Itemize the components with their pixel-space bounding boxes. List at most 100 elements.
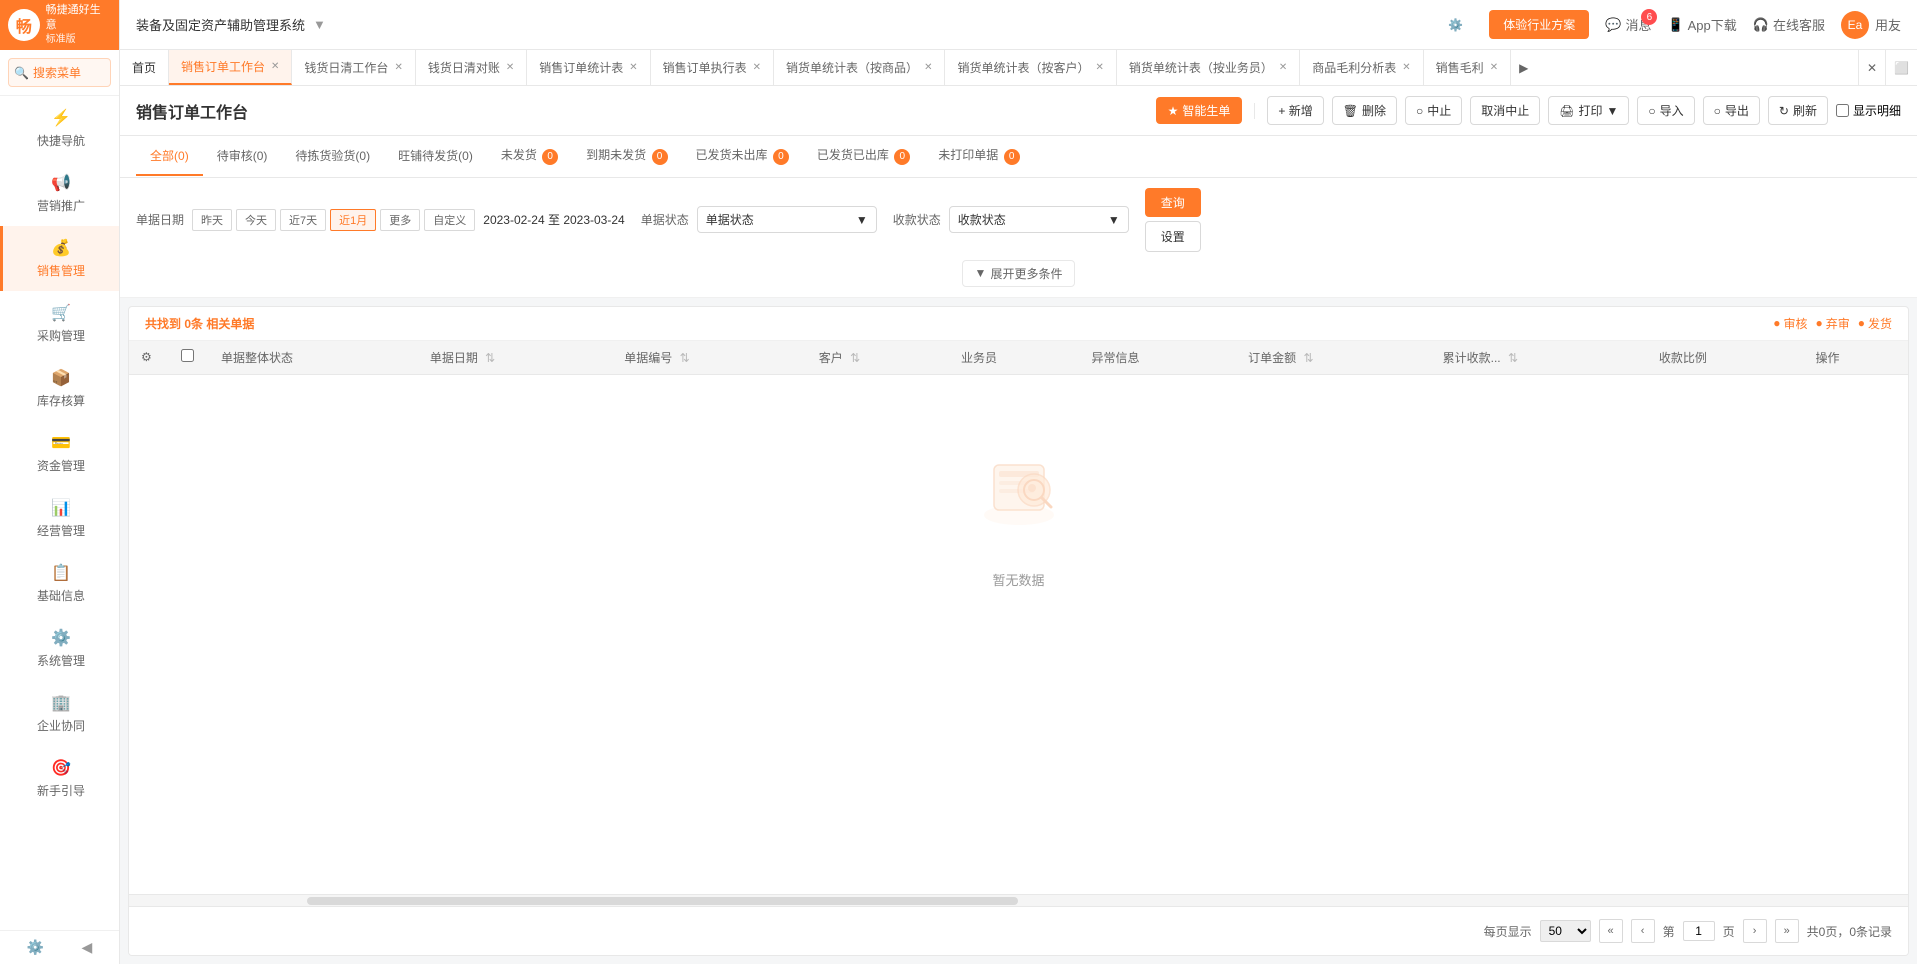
- import-btn[interactable]: ○ 导入: [1637, 96, 1694, 125]
- first-page-btn[interactable]: «: [1599, 919, 1623, 943]
- sidebar-item-system[interactable]: ⚙️ 系统管理: [0, 616, 119, 681]
- sidebar-item-purchase[interactable]: 🛒 采购管理: [0, 291, 119, 356]
- page-input[interactable]: [1683, 921, 1715, 941]
- filter-tab-not-shipped[interactable]: 未发货 0: [487, 136, 572, 177]
- export-btn[interactable]: ○ 导出: [1703, 96, 1760, 125]
- sidebar-item-basic[interactable]: 📋 基础信息: [0, 551, 119, 616]
- tab-sales-by-staff[interactable]: 销货单统计表（按业务员） ✕: [1117, 50, 1300, 85]
- basic-icon: 📋: [51, 563, 71, 583]
- filter-tab-shipped-out[interactable]: 已发货已出库 0: [803, 136, 924, 177]
- tab-close-cash-daily[interactable]: ✕: [394, 62, 402, 73]
- date-today-btn[interactable]: 今天: [236, 209, 276, 231]
- per-page-select[interactable]: 50 100 200: [1540, 920, 1591, 942]
- sidebar-item-quick-nav[interactable]: ⚡ 快捷导航: [0, 96, 119, 161]
- filter-tab-not-printed[interactable]: 未打印单据 0: [924, 136, 1033, 177]
- new-btn[interactable]: + 新增: [1267, 96, 1323, 125]
- filter-tab-wangpu-pending[interactable]: 旺铺待发货(0): [384, 137, 487, 176]
- col-number[interactable]: 单据编号 ⇅: [612, 341, 806, 375]
- tab-close-sales-by-product[interactable]: ✕: [924, 62, 932, 73]
- tab-close-sales-workbench[interactable]: ✕: [271, 61, 279, 72]
- tab-sales-exec[interactable]: 销售订单执行表 ✕: [651, 50, 774, 85]
- prev-page-btn[interactable]: ‹: [1631, 919, 1655, 943]
- tab-close-sales-by-customer[interactable]: ✕: [1095, 62, 1103, 73]
- tab-sales-by-customer[interactable]: 销货单统计表（按客户） ✕: [945, 50, 1116, 85]
- filter-tab-all[interactable]: 全部(0): [136, 137, 203, 176]
- status-select[interactable]: 单据状态 ▼: [697, 206, 877, 233]
- delete-btn[interactable]: 🗑 删除: [1332, 96, 1397, 125]
- settings-btn[interactable]: ⚙️: [1438, 13, 1473, 37]
- settings-bottom-icon[interactable]: ⚙️: [27, 939, 44, 956]
- filter-tab-pending-inspect[interactable]: 待拣货验货(0): [281, 137, 384, 176]
- sidebar-item-inventory[interactable]: 📦 库存核算: [0, 356, 119, 421]
- filter-tab-shipped-not-out[interactable]: 已发货未出库 0: [682, 136, 803, 177]
- message-btn[interactable]: 💬 消息 6: [1605, 15, 1651, 34]
- review-action-btn[interactable]: ● 审核: [1773, 315, 1807, 332]
- experience-btn[interactable]: 体验行业方案: [1489, 10, 1589, 39]
- col-date[interactable]: 单据日期 ⇅: [418, 341, 612, 375]
- search-menu-button[interactable]: 🔍 搜索菜单: [8, 58, 111, 87]
- tab-sales-profit[interactable]: 销售毛利 ✕: [1424, 50, 1511, 85]
- sidebar-item-enterprise[interactable]: 🏢 企业协同: [0, 681, 119, 746]
- col-received[interactable]: 累计收款... ⇅: [1431, 341, 1647, 375]
- sidebar-item-guide[interactable]: 🎯 新手引导: [0, 746, 119, 811]
- col-config[interactable]: ⚙: [129, 341, 169, 375]
- date-sort-icon: ⇅: [485, 351, 495, 365]
- query-btn[interactable]: 查询: [1145, 188, 1201, 217]
- print-btn[interactable]: 🖨 打印 ▼: [1548, 96, 1629, 125]
- tab-sales-stats[interactable]: 销售订单统计表 ✕: [527, 50, 650, 85]
- sidebar-item-operation[interactable]: 📊 经营管理: [0, 486, 119, 551]
- sidebar-item-marketing[interactable]: 📢 营销推广: [0, 161, 119, 226]
- show-detail-checkbox-label[interactable]: 显示明细: [1836, 102, 1901, 119]
- maximize-btn[interactable]: ⬜: [1885, 50, 1917, 86]
- cancel-stop-btn[interactable]: 取消中止: [1470, 96, 1540, 125]
- tab-close-cash-reconcile[interactable]: ✕: [506, 62, 514, 73]
- refresh-btn[interactable]: ↻ 刷新: [1768, 96, 1828, 125]
- tab-cash-reconcile[interactable]: 钱货日清对账 ✕: [416, 50, 527, 85]
- next-page-btn[interactable]: ›: [1743, 919, 1767, 943]
- show-detail-checkbox[interactable]: [1836, 104, 1849, 117]
- tab-close-sales-profit[interactable]: ✕: [1490, 62, 1498, 73]
- date-7days-btn[interactable]: 近7天: [280, 209, 326, 231]
- tab-close-product-margin[interactable]: ✕: [1402, 62, 1410, 73]
- tab-home[interactable]: 首页: [120, 50, 169, 85]
- payment-select[interactable]: 收款状态 ▼: [949, 206, 1129, 233]
- unreviewed-action-btn[interactable]: ● 弃审: [1815, 315, 1849, 332]
- collapse-icon[interactable]: ◀: [82, 939, 93, 956]
- sidebar-item-finance[interactable]: 💳 资金管理: [0, 421, 119, 486]
- last-page-btn[interactable]: »: [1775, 919, 1799, 943]
- setting-btn[interactable]: 设置: [1145, 221, 1201, 252]
- close-all-tabs-btn[interactable]: ✕: [1858, 50, 1885, 86]
- tab-sales-by-product[interactable]: 销货单统计表（按商品） ✕: [774, 50, 945, 85]
- horizontal-scrollbar[interactable]: [129, 894, 1908, 906]
- user-menu[interactable]: Ea 用友: [1841, 11, 1901, 39]
- tab-close-sales-by-staff[interactable]: ✕: [1279, 62, 1287, 73]
- tabbar: 首页 销售订单工作台 ✕ 钱货日清工作台 ✕ 钱货日清对账 ✕ 销售订单统计表 …: [120, 50, 1917, 86]
- tab-product-margin[interactable]: 商品毛利分析表 ✕: [1300, 50, 1423, 85]
- filter-tab-pending-review[interactable]: 待审核(0): [203, 137, 282, 176]
- col-checkbox[interactable]: [169, 341, 209, 375]
- date-1month-btn[interactable]: 近1月: [330, 209, 376, 231]
- tab-close-sales-stats[interactable]: ✕: [629, 62, 637, 73]
- app-download-btn[interactable]: 📱 App下载: [1667, 15, 1736, 34]
- smart-generate-btn[interactable]: ★ 智能生单: [1156, 97, 1243, 124]
- online-service-btn[interactable]: 🎧 在线客服: [1753, 15, 1825, 34]
- date-yesterday-btn[interactable]: 昨天: [192, 209, 232, 231]
- dropdown-arrow[interactable]: ▼: [313, 17, 326, 32]
- col-customer[interactable]: 客户 ⇅: [807, 341, 949, 375]
- tab-sales-workbench[interactable]: 销售订单工作台 ✕: [169, 50, 292, 85]
- ship-action-btn[interactable]: ● 发货: [1858, 315, 1892, 332]
- col-staff[interactable]: 业务员: [949, 341, 1080, 375]
- select-all-checkbox[interactable]: [181, 349, 194, 362]
- sidebar-item-sales[interactable]: 💰 销售管理: [0, 226, 119, 291]
- tab-cash-daily[interactable]: 钱货日清工作台 ✕: [292, 50, 415, 85]
- more-tabs-btn[interactable]: ▶: [1511, 61, 1536, 75]
- date-custom-btn[interactable]: 自定义: [424, 209, 475, 231]
- date-quick-buttons: 昨天 今天 近7天 近1月 更多 自定义: [192, 209, 475, 231]
- date-more-btn[interactable]: 更多: [380, 209, 420, 231]
- stop-btn[interactable]: ○ 中止: [1405, 96, 1462, 125]
- col-amount[interactable]: 订单金额 ⇅: [1236, 341, 1430, 375]
- scrollbar-thumb[interactable]: [307, 897, 1019, 905]
- tab-close-sales-exec[interactable]: ✕: [753, 62, 761, 73]
- filter-tab-overdue-not-shipped[interactable]: 到期未发货 0: [572, 136, 681, 177]
- expand-conditions-btn[interactable]: ▼ 展开更多条件: [962, 260, 1076, 287]
